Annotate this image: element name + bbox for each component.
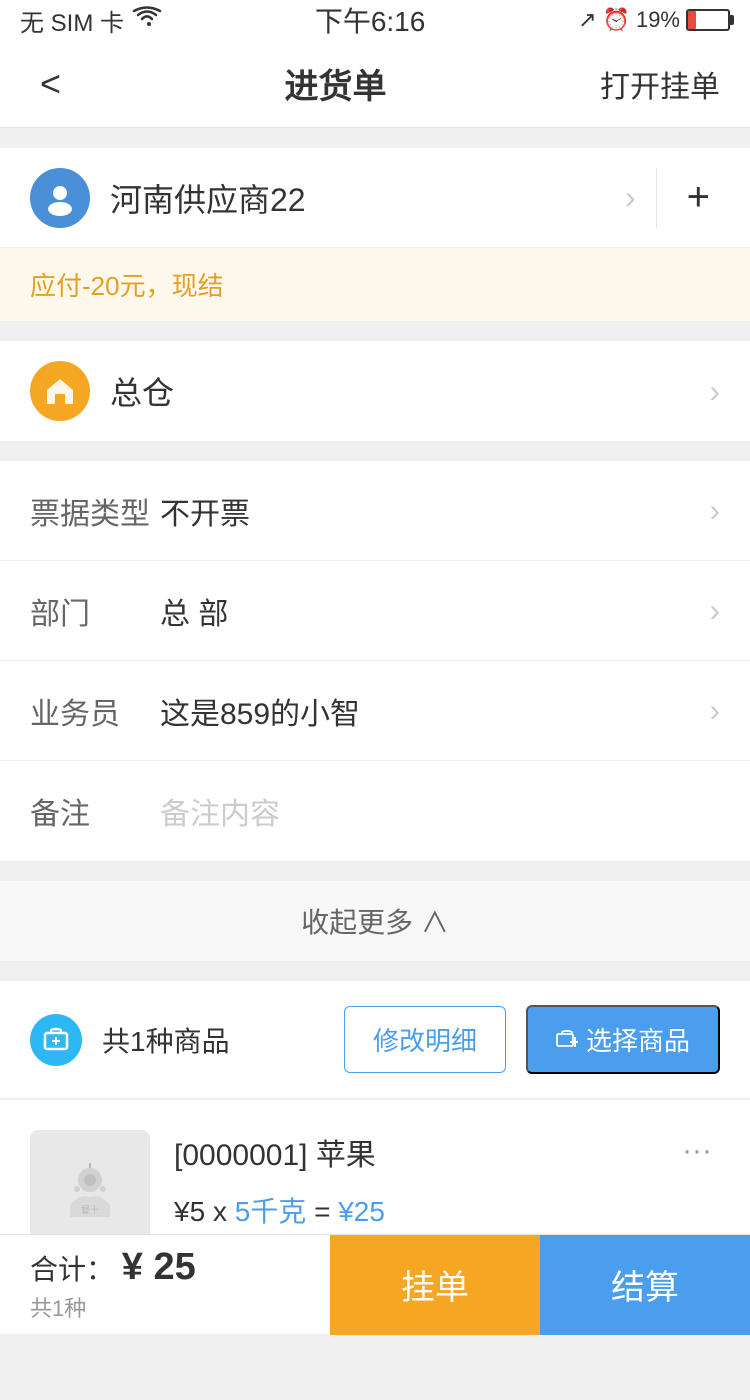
product-header-icon <box>30 1014 82 1066</box>
add-button[interactable]: + <box>677 165 720 230</box>
product-name: [0000001] 苹果 <box>174 1130 650 1174</box>
warehouse-chevron-icon: › <box>709 373 720 410</box>
info-banner: 应付-20元，现结 <box>0 248 750 321</box>
product-count-label: 共1种商品 <box>102 1020 324 1060</box>
nav-bar: < 进货单 打开挂单 <box>0 40 750 128</box>
status-right: ↗ ⏰ 19% <box>578 7 730 33</box>
ticket-type-label: 票据类型 <box>30 489 160 533</box>
sales-person-row[interactable]: 业务员 这是859的小智 › <box>0 661 750 761</box>
remark-input[interactable]: 备注内容 <box>160 789 720 833</box>
product-header: 共1种商品 修改明细 选择商品 <box>0 981 750 1098</box>
total-label: 合计： <box>30 1254 114 1285</box>
product-unit-price: ¥5 <box>174 1196 205 1227</box>
total-section: 合计： ¥ 25 共1种 <box>0 1246 330 1323</box>
select-product-label: 选择商品 <box>586 1021 690 1058</box>
warehouse-name: 总仓 <box>110 368 709 414</box>
collapse-label: 收起更多 ∧ <box>301 901 449 941</box>
remark-label: 备注 <box>30 789 160 833</box>
alarm-icon: ⏰ <box>603 7 630 33</box>
product-more-button[interactable]: ··· <box>674 1130 720 1172</box>
supplier-section: 河南供应商22 › + 应付-20元，现结 <box>0 148 750 321</box>
carrier-label: 无 SIM 卡 <box>20 3 124 38</box>
product-price: ¥5 x 5千克 = ¥25 <box>174 1190 650 1230</box>
product-id: [0000001] <box>174 1139 307 1172</box>
chevron-right-icon: › <box>625 179 636 216</box>
back-button[interactable]: < <box>30 53 71 115</box>
product-info: [0000001] 苹果 ¥5 x 5千克 = ¥25 <box>174 1130 650 1230</box>
hang-button[interactable]: 挂单 <box>330 1235 540 1335</box>
battery-label: 19% <box>636 7 680 33</box>
status-left: 无 SIM 卡 <box>20 3 162 38</box>
product-title-name: 苹果 <box>316 1139 376 1172</box>
form-section: 票据类型 不开票 › 部门 总 部 › 业务员 这是859的小智 › 备注 备注… <box>0 461 750 861</box>
edit-detail-button[interactable]: 修改明细 <box>344 1006 506 1073</box>
supplier-name: 河南供应商22 <box>110 175 625 221</box>
svg-text:督十: 督十 <box>81 1204 99 1215</box>
product-thumbnail: 督十 <box>30 1130 150 1250</box>
total-count: 共1种 <box>30 1291 300 1323</box>
checkout-button[interactable]: 结算 <box>540 1235 750 1335</box>
ticket-type-row[interactable]: 票据类型 不开票 › <box>0 461 750 561</box>
department-chevron-icon: › <box>709 592 720 629</box>
sales-person-chevron-icon: › <box>709 692 720 729</box>
product-equals: = <box>314 1196 338 1227</box>
sales-person-value: 这是859的小智 <box>160 689 709 733</box>
remark-row[interactable]: 备注 备注内容 <box>0 761 750 861</box>
divider <box>656 168 657 228</box>
collapse-row[interactable]: 收起更多 ∧ <box>0 881 750 961</box>
battery-icon <box>686 9 730 31</box>
page-title: 进货单 <box>285 59 387 108</box>
product-quantity: 5千克 <box>235 1196 307 1227</box>
select-product-button[interactable]: 选择商品 <box>526 1005 720 1074</box>
ticket-type-value: 不开票 <box>160 489 709 533</box>
wifi-icon <box>132 6 162 35</box>
supplier-avatar <box>30 168 90 228</box>
supplier-row[interactable]: 河南供应商22 › + <box>0 148 750 248</box>
product-total: ¥25 <box>338 1196 385 1227</box>
department-label: 部门 <box>30 589 160 633</box>
warehouse-icon <box>30 361 90 421</box>
warehouse-row[interactable]: 总仓 › <box>0 341 750 441</box>
product-multiply: x <box>213 1196 235 1227</box>
department-row[interactable]: 部门 总 部 › <box>0 561 750 661</box>
total-row: 合计： ¥ 25 <box>30 1246 300 1289</box>
ticket-type-chevron-icon: › <box>709 492 720 529</box>
bottom-bar: 合计： ¥ 25 共1种 挂单 结算 <box>0 1234 750 1334</box>
department-value: 总 部 <box>160 589 709 633</box>
open-hang-button[interactable]: 打开挂单 <box>600 62 720 106</box>
total-amount: ¥ 25 <box>122 1246 196 1288</box>
status-time: 下午6:16 <box>315 0 426 40</box>
location-icon: ↗ <box>578 7 596 33</box>
section-gap-1 <box>0 128 750 148</box>
sales-person-label: 业务员 <box>30 689 160 733</box>
status-bar: 无 SIM 卡 下午6:16 ↗ ⏰ 19% <box>0 0 750 40</box>
